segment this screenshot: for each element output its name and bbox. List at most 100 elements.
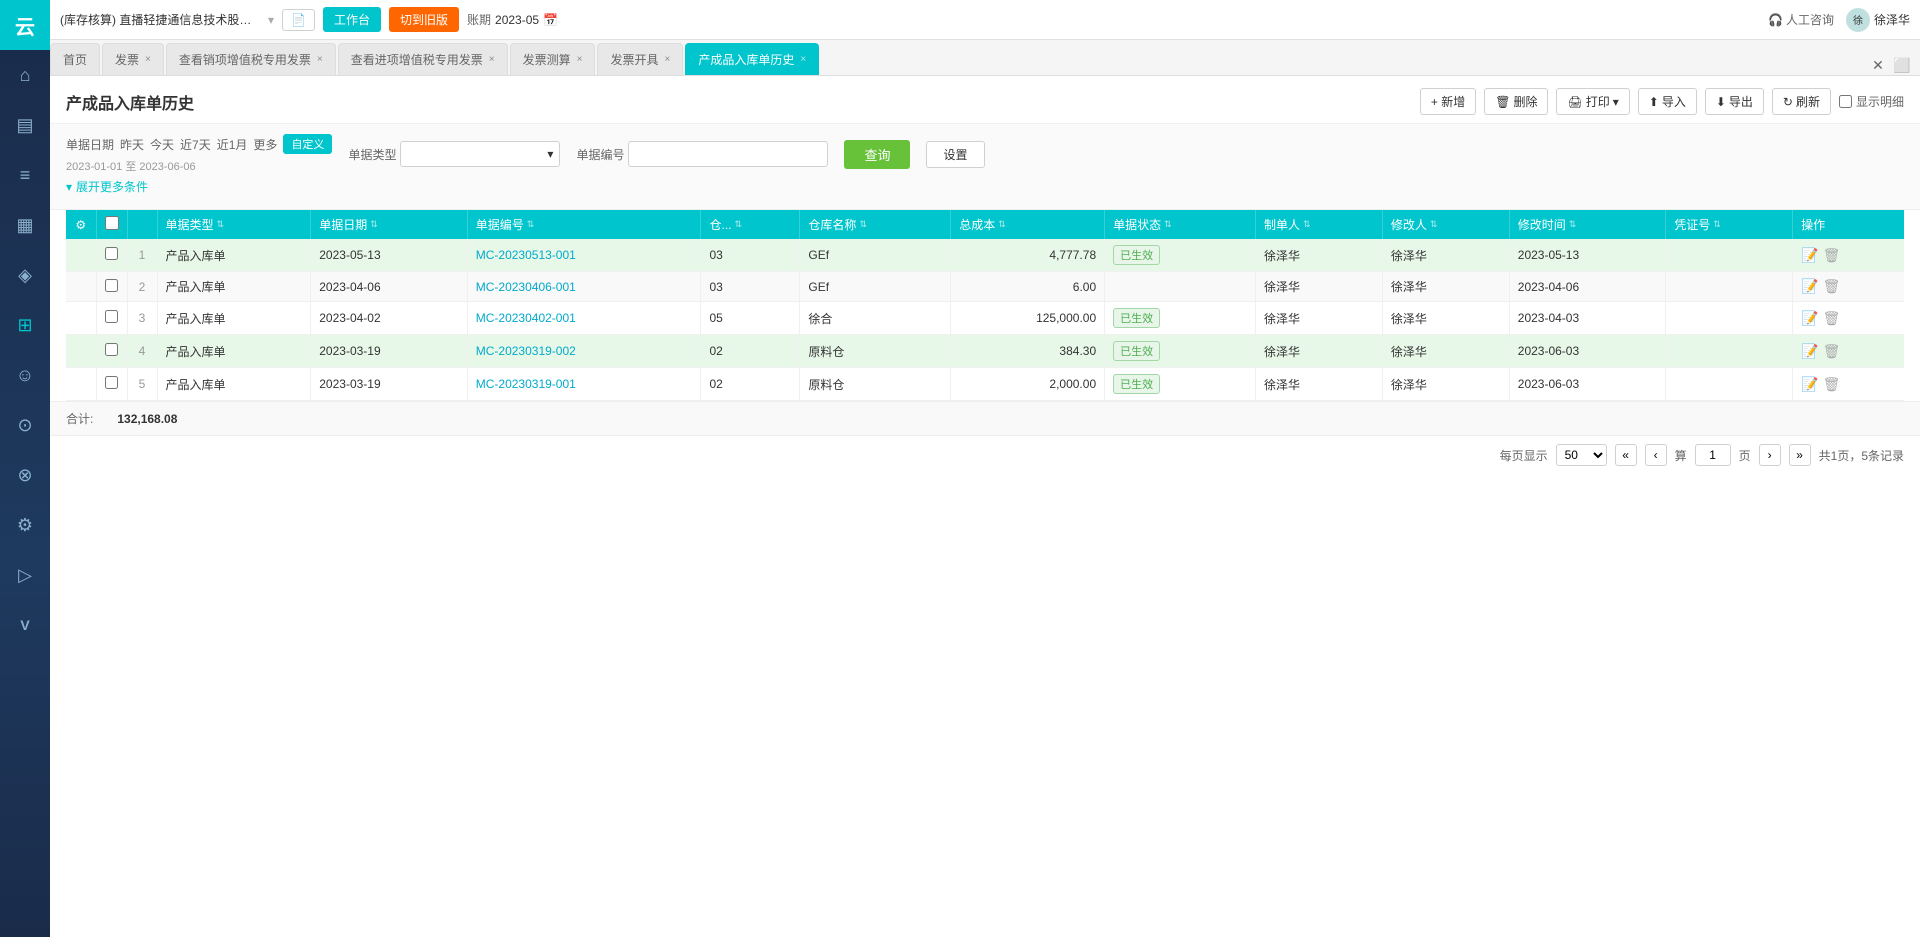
tab-sales-vat-close[interactable]: × xyxy=(317,54,323,65)
row-edit-btn-2[interactable]: 📝 xyxy=(1801,310,1818,327)
new-btn[interactable]: + 新增 xyxy=(1420,88,1476,115)
sidebar-item-report[interactable]: ≡ xyxy=(0,150,50,200)
sidebar-item-inventory[interactable]: ⊞ xyxy=(0,300,50,350)
first-page-btn[interactable]: « xyxy=(1615,444,1637,466)
app-logo[interactable]: 云 xyxy=(0,0,50,50)
row-number-link-2[interactable]: MC-20230402-001 xyxy=(476,311,576,325)
th-voucher[interactable]: 凭证号 ⇅ xyxy=(1666,210,1793,239)
doc-btn[interactable]: 📄 xyxy=(282,9,315,31)
row-number-2: MC-20230402-001 xyxy=(467,302,701,335)
sidebar-item-tool[interactable]: ⊙ xyxy=(0,400,50,450)
tab-product-warehouse-close[interactable]: × xyxy=(800,54,806,65)
tab-home[interactable]: 首页 xyxy=(50,43,100,75)
switch-btn[interactable]: 切到旧版 xyxy=(389,7,459,32)
next-page-btn[interactable]: › xyxy=(1759,444,1781,466)
row-number-link-4[interactable]: MC-20230319-001 xyxy=(476,377,576,391)
tab-purchase-vat-close[interactable]: × xyxy=(489,54,495,65)
tab-close-all[interactable]: ✕ xyxy=(1868,55,1888,75)
sidebar-item-home[interactable]: ⌂ xyxy=(0,50,50,100)
table-row: 4 产品入库单 2023-03-19 MC-20230319-002 02 原料… xyxy=(66,335,1904,368)
row-number-link-3[interactable]: MC-20230319-002 xyxy=(476,344,576,358)
row-edit-btn-4[interactable]: 📝 xyxy=(1801,376,1818,393)
row-ops-0: 📝 🗑 xyxy=(1793,239,1904,272)
row-delete-btn-0[interactable]: 🗑 xyxy=(1823,247,1841,264)
sidebar-item-settings2[interactable]: ⚙ xyxy=(0,500,50,550)
row-delete-btn-1[interactable]: 🗑 xyxy=(1823,278,1841,295)
expand-more[interactable]: ▾ 展开更多条件 xyxy=(66,174,1904,199)
sidebar-item-org[interactable]: ▤ xyxy=(0,100,50,150)
date-custom-btn[interactable]: 自定义 xyxy=(283,134,332,154)
import-btn[interactable]: ⬆ 导入 xyxy=(1638,88,1697,115)
date-1month[interactable]: 近1月 xyxy=(217,136,248,153)
th-modifier[interactable]: 修改人 ⇅ xyxy=(1382,210,1509,239)
tab-sales-vat[interactable]: 查看销项增值税专用发票 × xyxy=(166,43,336,75)
row-check-3[interactable] xyxy=(105,343,118,356)
th-settings[interactable]: ⚙ xyxy=(66,210,96,239)
th-type[interactable]: 单据类型 ⇅ xyxy=(157,210,311,239)
print-btn[interactable]: 🖨 打印 xyxy=(1556,88,1629,115)
export-btn[interactable]: ⬇ 导出 xyxy=(1705,88,1764,115)
row-delete-btn-4[interactable]: 🗑 xyxy=(1823,376,1841,393)
tab-expand[interactable]: ⬜ xyxy=(1892,55,1912,75)
tab-home-label: 首页 xyxy=(63,51,87,68)
tab-invoice-issue-close[interactable]: × xyxy=(664,54,670,65)
query-btn[interactable]: 查询 xyxy=(844,140,910,169)
sidebar-item-user[interactable]: ☺ xyxy=(0,350,50,400)
per-page-select[interactable]: 50 100 200 xyxy=(1556,444,1607,466)
th-creator[interactable]: 制单人 ⇅ xyxy=(1255,210,1382,239)
th-total-cost[interactable]: 总成本 ⇅ xyxy=(951,210,1105,239)
delete-btn[interactable]: 🗑 删除 xyxy=(1484,88,1548,115)
date-7days[interactable]: 近7天 xyxy=(180,136,211,153)
date-more[interactable]: 更多 xyxy=(253,136,277,153)
tab-invoice-issue[interactable]: 发票开具 × xyxy=(597,43,683,75)
tab-invoice[interactable]: 发票 × xyxy=(102,43,164,75)
row-edit-btn-0[interactable]: 📝 xyxy=(1801,247,1818,264)
company-dropdown-icon[interactable]: ▾ xyxy=(268,13,274,27)
refresh-btn[interactable]: ↻ 刷新 xyxy=(1772,88,1831,115)
tab-purchase-vat[interactable]: 查看进项增值税专用发票 × xyxy=(338,43,508,75)
row-number-link-1[interactable]: MC-20230406-001 xyxy=(476,280,576,294)
number-input[interactable] xyxy=(628,141,828,167)
th-warehouse-name[interactable]: 仓库名称 ⇅ xyxy=(800,210,951,239)
th-date[interactable]: 单据日期 ⇅ xyxy=(311,210,468,239)
tab-product-warehouse[interactable]: 产成品入库单历史 × xyxy=(685,43,819,75)
display-detail-checkbox[interactable] xyxy=(1839,95,1852,108)
tab-invoice-calc-close[interactable]: × xyxy=(577,54,583,65)
row-edit-btn-1[interactable]: 📝 xyxy=(1801,278,1818,295)
print-dropdown-icon[interactable] xyxy=(1613,95,1619,109)
workbench-btn[interactable]: 工作台 xyxy=(323,7,381,32)
type-select[interactable] xyxy=(400,141,560,167)
row-delete-btn-2[interactable]: 🗑 xyxy=(1823,310,1841,327)
row-voucher-3 xyxy=(1666,335,1793,368)
calendar-icon[interactable]: 📅 xyxy=(543,13,558,27)
sidebar-item-media[interactable]: ▷ xyxy=(0,550,50,600)
th-modify-time[interactable]: 修改时间 ⇅ xyxy=(1509,210,1666,239)
date-today[interactable]: 今天 xyxy=(150,136,174,153)
th-status[interactable]: 单据状态 ⇅ xyxy=(1105,210,1256,239)
tab-invoice-close[interactable]: × xyxy=(145,54,151,65)
row-edit-btn-3[interactable]: 📝 xyxy=(1801,343,1818,360)
display-toggle: 显示明细 xyxy=(1839,93,1904,110)
tab-invoice-calc[interactable]: 发票测算 × xyxy=(510,43,596,75)
sidebar-item-lock[interactable]: ⊗ xyxy=(0,450,50,500)
th-number[interactable]: 单据编号 ⇅ xyxy=(467,210,701,239)
sidebar-item-version[interactable]: V xyxy=(0,600,50,650)
row-check-0[interactable] xyxy=(105,247,118,260)
row-delete-btn-3[interactable]: 🗑 xyxy=(1823,343,1841,360)
select-all-checkbox[interactable] xyxy=(105,216,119,230)
sidebar-item-chart[interactable]: ▦ xyxy=(0,200,50,250)
help-btn[interactable]: 🎧 人工咨询 xyxy=(1768,11,1834,28)
row-check-4[interactable] xyxy=(105,376,118,389)
date-yesterday[interactable]: 昨天 xyxy=(120,136,144,153)
prev-page-btn[interactable]: ‹ xyxy=(1645,444,1667,466)
sidebar-item-settings1[interactable]: ◈ xyxy=(0,250,50,300)
row-check-2[interactable] xyxy=(105,310,118,323)
summary-label: 合计: xyxy=(66,410,93,427)
th-warehouse-code[interactable]: 仓... ⇅ xyxy=(701,210,800,239)
current-page-input[interactable] xyxy=(1695,444,1731,466)
set-btn[interactable]: 设置 xyxy=(926,141,984,168)
row-check-1[interactable] xyxy=(105,279,118,292)
last-page-btn[interactable]: » xyxy=(1789,444,1811,466)
user-info[interactable]: 徐 徐泽华 xyxy=(1846,8,1910,32)
row-number-link-0[interactable]: MC-20230513-001 xyxy=(476,248,576,262)
